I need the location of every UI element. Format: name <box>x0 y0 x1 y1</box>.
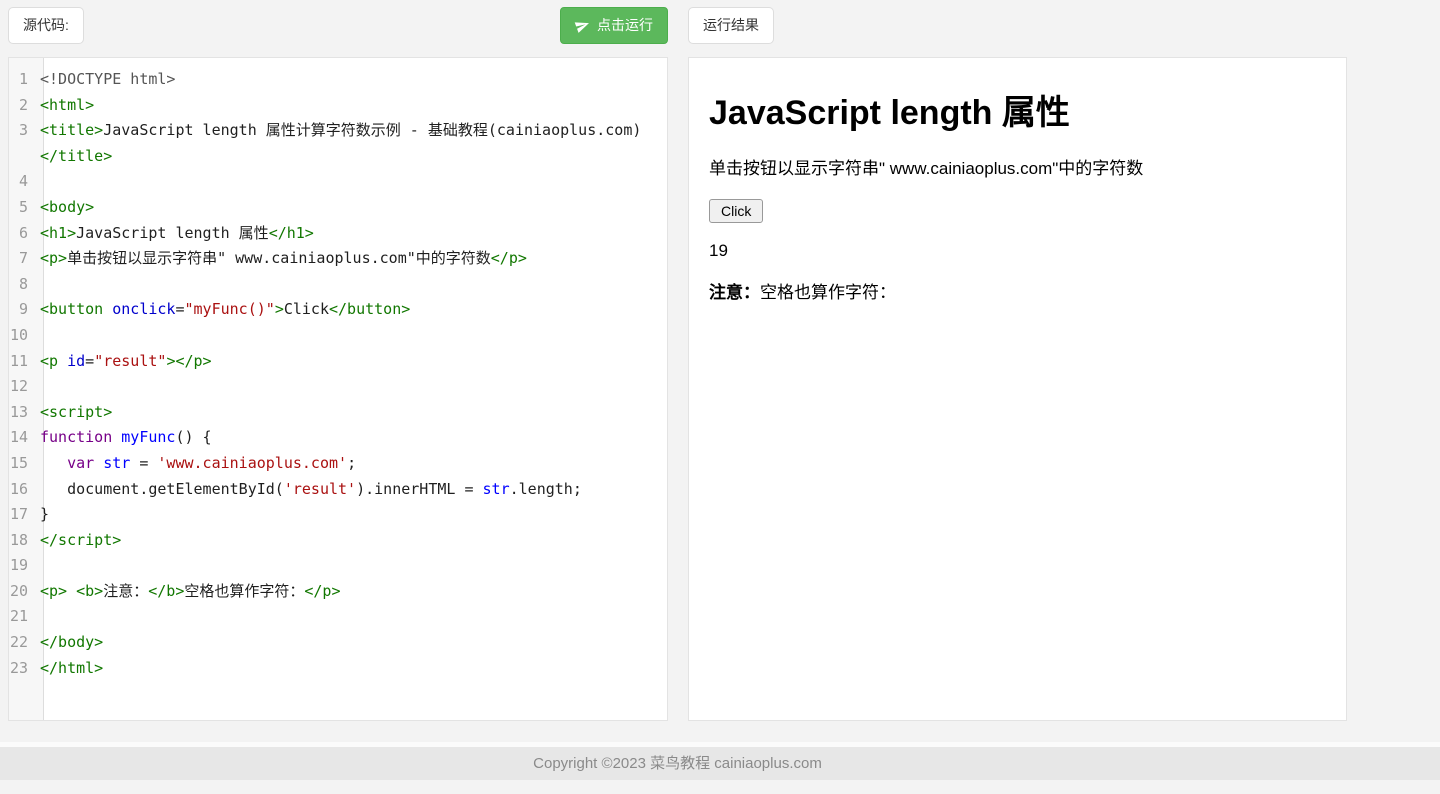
code-line: 13 <script> <box>9 400 667 426</box>
code-line: 9 <button onclick="myFunc()">Click</butto… <box>9 297 667 323</box>
result-body: JavaScript length 属性 单击按钮以显示字符串" www.cai… <box>689 58 1346 321</box>
code-line: 6 <h1>JavaScript length 属性</h1> <box>9 221 667 247</box>
result-panel: JavaScript length 属性 单击按钮以显示字符串" www.cai… <box>688 57 1347 721</box>
result-output: 19 <box>709 241 728 260</box>
line-number: 3 <box>18 121 28 140</box>
code-line: 18 </script> <box>9 528 667 554</box>
source-header: 源代码: 点击运行 <box>8 0 668 57</box>
result-note: 注意：空格也算作字符： <box>709 278 1326 303</box>
source-code-label: 源代码: <box>8 7 84 44</box>
result-heading: JavaScript length 属性 <box>709 94 1070 132</box>
line-number: 15 <box>9 453 28 472</box>
line-number: 16 <box>9 479 28 498</box>
code-text: <h1>JavaScript length 属性</h1> <box>40 223 314 242</box>
code-line: 2 <html> <box>9 93 667 119</box>
code-text: <p> <b>注意：</b>空格也算作字符：</p> <box>40 581 341 600</box>
code-line: 23 </html> <box>9 656 667 682</box>
line-number: 21 <box>9 607 28 626</box>
line-number: 20 <box>9 581 28 600</box>
code-text: } <box>40 505 50 524</box>
line-number: 4 <box>18 172 28 191</box>
code-line: 16 document.getElementById('result').inn… <box>9 477 667 503</box>
code-line: 10 <box>9 323 667 349</box>
code-text: var str = 'www.cainiaoplus.com'; <box>67 453 357 472</box>
code-line: 21 <box>9 604 667 630</box>
code-line: 3 <title>JavaScript length 属性计算字符数示例 - 基础… <box>9 118 667 169</box>
line-number: 14 <box>9 428 28 447</box>
code-line: 5 <body> <box>9 195 667 221</box>
code-line: 1 <!DOCTYPE html> <box>9 67 667 93</box>
code-text: <title>JavaScript length 属性计算字符数示例 - 基础教… <box>40 121 642 165</box>
result-note-bold: 注意： <box>709 283 760 302</box>
line-number: 18 <box>9 530 28 549</box>
code-text: <body> <box>40 197 95 216</box>
code-text: </script> <box>40 530 122 549</box>
send-icon <box>574 18 590 33</box>
source-code-panel: 1 <!DOCTYPE html> 2 <html> 3 <title>JavaScrip… <box>8 57 668 721</box>
footer: Copyright ©2023 菜鸟教程 cainiaoplus.com <box>0 747 1440 780</box>
run-button[interactable]: 点击运行 <box>560 7 668 44</box>
line-number: 8 <box>18 274 28 293</box>
code-text: <p id="result"></p> <box>40 351 212 370</box>
code-line: 22 </body> <box>9 630 667 656</box>
line-number: 1 <box>18 70 28 88</box>
code-text: <script> <box>40 402 113 421</box>
code-text: <button onclick="myFunc()">Click</button… <box>40 300 411 319</box>
result-header: 运行结果 <box>688 0 1347 57</box>
line-number: 22 <box>9 633 28 652</box>
footer-copyright: Copyright ©2023 菜鸟教程 cainiaoplus.com <box>533 755 822 772</box>
run-result-label: 运行结果 <box>688 7 774 44</box>
code-line: 8 <box>9 272 667 298</box>
code-line: 12 <box>9 374 667 400</box>
code-editor[interactable]: 1 <!DOCTYPE html> 2 <html> 3 <title>JavaScrip… <box>9 58 667 720</box>
code-text: </body> <box>40 633 104 652</box>
code-line: 7 <p>单击按钮以显示字符串" www.cainiaoplus.com"中的字符… <box>9 246 667 272</box>
code-line: 17} <box>9 502 667 528</box>
code-line: 15 var str = 'www.cainiaoplus.com'; <box>9 451 667 477</box>
line-number: 10 <box>9 325 28 344</box>
code-text: <html> <box>40 95 95 114</box>
main-columns: 源代码: 点击运行 1 <!DOCTYPE html> 2 <html> 3 <title… <box>8 0 1347 721</box>
run-button-label: 点击运行 <box>597 17 653 33</box>
line-number: 13 <box>9 402 28 421</box>
code-line: 20 <p> <b>注意：</b>空格也算作字符：</p> <box>9 579 667 605</box>
code-text: function myFunc() { <box>40 428 212 447</box>
code-text: document.getElementById('result').innerH… <box>40 479 582 498</box>
code-line: 4 <box>9 169 667 195</box>
line-number: 7 <box>18 249 28 268</box>
line-number: 6 <box>18 223 28 242</box>
line-number: 11 <box>9 351 28 370</box>
code-line: 14 function myFunc() { <box>9 425 667 451</box>
footer-gap <box>0 721 1440 742</box>
result-note-rest: 空格也算作字符： <box>760 283 896 302</box>
line-number: 19 <box>9 556 28 575</box>
result-column: 运行结果 JavaScript length 属性 单击按钮以显示字符串" ww… <box>688 0 1347 721</box>
result-description: 单击按钮以显示字符串" www.cainiaoplus.com"中的字符数 <box>709 159 1144 178</box>
line-number: 2 <box>18 95 28 114</box>
code-text: <p>单击按钮以显示字符串" www.cainiaoplus.com"中的字符数… <box>40 249 527 268</box>
line-number: 12 <box>9 377 28 396</box>
source-column: 源代码: 点击运行 1 <!DOCTYPE html> 2 <html> 3 <title… <box>8 0 668 721</box>
line-number: 17 <box>9 505 28 524</box>
line-number: 5 <box>18 197 28 216</box>
code-lines: 1 <!DOCTYPE html> 2 <html> 3 <title>JavaScrip… <box>9 67 667 681</box>
line-number: 9 <box>18 300 28 319</box>
code-text: <!DOCTYPE html> <box>40 70 176 88</box>
click-button[interactable]: Click <box>709 199 764 223</box>
line-number: 23 <box>9 658 28 677</box>
code-text: </html> <box>40 658 104 677</box>
code-line: 11 <p id="result"></p> <box>9 349 667 375</box>
code-line: 19 <box>9 553 667 579</box>
